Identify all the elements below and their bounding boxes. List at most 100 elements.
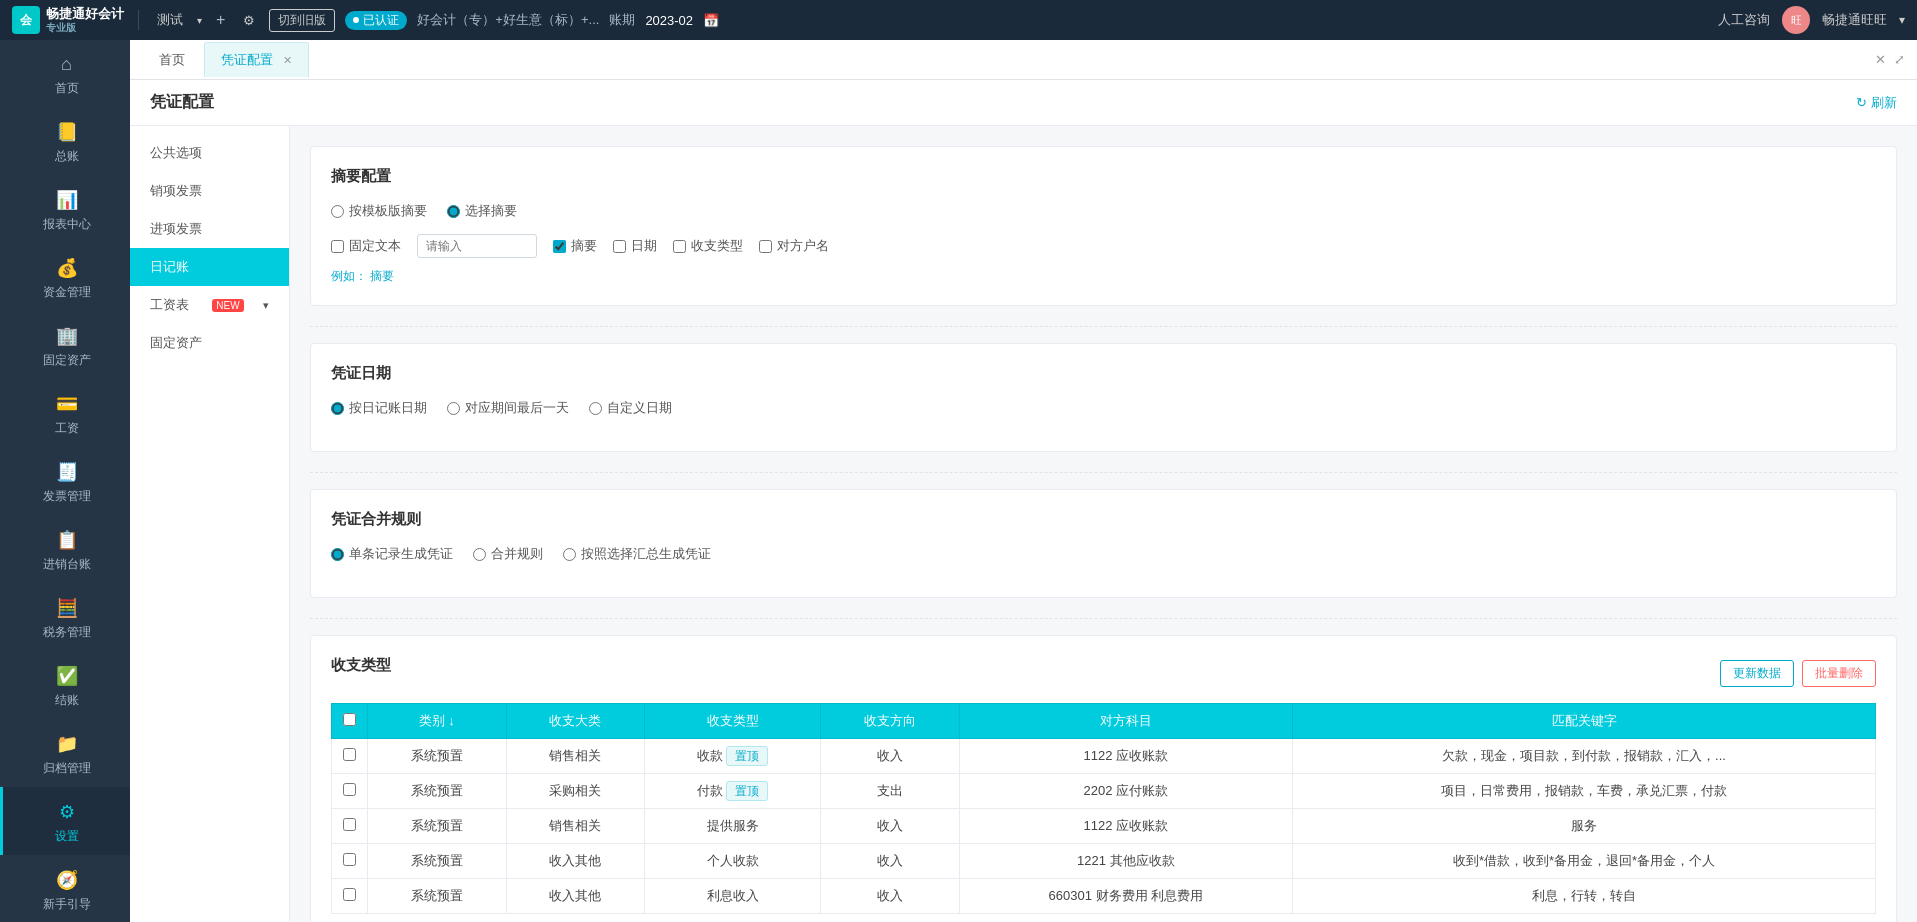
sidebar-item-invoice[interactable]: 🧾 发票管理: [0, 447, 130, 515]
date-radio-custom[interactable]: [589, 402, 602, 415]
merge-option-rule[interactable]: 合并规则: [473, 545, 543, 563]
merge-option-single[interactable]: 单条记录生成凭证: [331, 545, 453, 563]
sidebar-item-reports[interactable]: 📊 报表中心: [0, 175, 130, 243]
row-1-checkbox[interactable]: [343, 748, 356, 761]
fixed-text-checkbox-label[interactable]: 固定文本: [331, 237, 401, 255]
summary-checkbox[interactable]: [553, 240, 566, 253]
settings-icon[interactable]: ⚙: [239, 13, 259, 28]
sidebar-item-salary[interactable]: 💳 工资: [0, 379, 130, 447]
batch-delete-button[interactable]: 批量删除: [1802, 660, 1876, 687]
counterpart-checkbox-label[interactable]: 对方户名: [759, 237, 829, 255]
sidebar-label-invoice: 发票管理: [43, 488, 91, 505]
select-all-checkbox[interactable]: [343, 713, 356, 726]
left-nav-item-sales-invoice[interactable]: 销项发票: [130, 172, 289, 210]
date-radio-journal[interactable]: [331, 402, 344, 415]
row-2-checkbox[interactable]: [343, 783, 356, 796]
col-match-keyword: 匹配关键字: [1293, 704, 1876, 739]
row-5-direction: 收入: [821, 879, 960, 914]
left-nav-item-payroll[interactable]: 工资表 NEW ▾: [130, 286, 289, 324]
left-nav-item-daily-ledger[interactable]: 日记账: [130, 248, 289, 286]
topbar-right: 人工咨询 旺 畅捷通旺旺 ▾: [1718, 6, 1905, 34]
avatar[interactable]: 旺: [1782, 6, 1810, 34]
workspace-name[interactable]: 测试: [153, 11, 187, 29]
date-checkbox[interactable]: [613, 240, 626, 253]
summary-radio-template[interactable]: [331, 205, 344, 218]
update-data-button[interactable]: 更新数据: [1720, 660, 1794, 687]
sidebar-label-reports: 报表中心: [43, 216, 91, 233]
left-nav-item-fixed-assets[interactable]: 固定资产: [130, 324, 289, 362]
sidebar-item-settle[interactable]: ✅ 结账: [0, 651, 130, 719]
user-dropdown-icon[interactable]: ▾: [1899, 13, 1905, 27]
window-maximize-icon[interactable]: ⤢: [1894, 52, 1905, 67]
date-checkbox-label[interactable]: 日期: [613, 237, 657, 255]
sidebar-item-assets[interactable]: 🏢 固定资产: [0, 311, 130, 379]
counterpart-checkbox[interactable]: [759, 240, 772, 253]
summary-radio-select[interactable]: [447, 205, 460, 218]
col-checkbox: [332, 704, 368, 739]
tab-voucher-config-label: 凭证配置: [221, 52, 273, 67]
sidebar-item-settings[interactable]: ⚙ 设置: [0, 787, 130, 855]
date-option-custom[interactable]: 自定义日期: [589, 399, 672, 417]
tab-close-icon[interactable]: ✕: [283, 54, 292, 66]
left-nav-item-purchase-invoice[interactable]: 进项发票: [130, 210, 289, 248]
summary-select-label: 选择摘要: [465, 202, 517, 220]
sidebar-label-tax: 税务管理: [43, 624, 91, 641]
income-expense-title: 收支类型: [331, 656, 391, 675]
fixed-text-input[interactable]: [417, 234, 537, 258]
date-option-journal[interactable]: 按日记账日期: [331, 399, 427, 417]
row-4-checkbox[interactable]: [343, 853, 356, 866]
merge-section: 凭证合并规则 单条记录生成凭证 合并规则: [310, 489, 1897, 598]
merge-option-by-selection[interactable]: 按照选择汇总生成凭证: [563, 545, 711, 563]
summary-checkbox-label[interactable]: 摘要: [553, 237, 597, 255]
tab-home[interactable]: 首页: [142, 42, 202, 77]
summary-section: 摘要配置 按模板版摘要 选择摘要: [310, 146, 1897, 306]
period-label: 账期: [609, 11, 635, 29]
divider-1: [310, 326, 1897, 327]
row-3-checkbox[interactable]: [343, 818, 356, 831]
date-radio-period-last[interactable]: [447, 402, 460, 415]
sidebar-item-home[interactable]: ⌂ 首页: [0, 40, 130, 107]
window-close-icon[interactable]: ✕: [1875, 52, 1886, 67]
row-1-top-tag[interactable]: 置顶: [726, 746, 768, 766]
workspace-dropdown-icon[interactable]: ▾: [197, 15, 202, 26]
sidebar-label-ledger: 总账: [55, 148, 79, 165]
fixed-text-label: 固定文本: [349, 237, 401, 255]
page-title: 凭证配置: [150, 92, 214, 113]
sidebar-item-archive[interactable]: 📁 归档管理: [0, 719, 130, 787]
date-option-period-last[interactable]: 对应期间最后一天: [447, 399, 569, 417]
merge-single-label: 单条记录生成凭证: [349, 545, 453, 563]
sidebar-label-salary: 工资: [55, 420, 79, 437]
help-link[interactable]: 人工咨询: [1718, 11, 1770, 29]
sidebar-item-guide[interactable]: 🧭 新手引导: [0, 855, 130, 922]
left-nav-item-public[interactable]: 公共选项: [130, 134, 289, 172]
sidebar-item-tax[interactable]: 🧮 税务管理: [0, 583, 130, 651]
sidebar-item-ledger[interactable]: 📒 总账: [0, 107, 130, 175]
summary-template-label: 按模板版摘要: [349, 202, 427, 220]
income-expense-section: 收支类型 更新数据 批量删除: [310, 635, 1897, 922]
summary-option-select[interactable]: 选择摘要: [447, 202, 517, 220]
fixed-text-checkbox[interactable]: [331, 240, 344, 253]
inner-layout: 公共选项 销项发票 进项发票 日记账 工资表 NEW ▾: [130, 126, 1917, 922]
row-4-main-type: 收入其他: [506, 844, 645, 879]
sidebar-item-purchase[interactable]: 📋 进销台账: [0, 515, 130, 583]
table-row: 系统预置 销售相关 收款 置顶 收入 1122 应收账款 欠款，现金，项目款，到…: [332, 739, 1876, 774]
switch-version-button[interactable]: 切到旧版: [269, 9, 335, 32]
guide-icon: 🧭: [56, 869, 78, 891]
calendar-icon[interactable]: 📅: [703, 13, 719, 28]
merge-rule-label: 合并规则: [491, 545, 543, 563]
merge-radio-rule[interactable]: [473, 548, 486, 561]
type-checkbox[interactable]: [673, 240, 686, 253]
row-2-top-tag[interactable]: 置顶: [726, 781, 768, 801]
row-5-checkbox[interactable]: [343, 888, 356, 901]
summary-option-template[interactable]: 按模板版摘要: [331, 202, 427, 220]
merge-radio-single[interactable]: [331, 548, 344, 561]
sidebar-item-funds[interactable]: 💰 资金管理: [0, 243, 130, 311]
left-nav-label-daily-ledger: 日记账: [150, 258, 189, 276]
tab-voucher-config[interactable]: 凭证配置 ✕: [204, 42, 309, 77]
add-icon[interactable]: +: [212, 11, 229, 29]
page-header: 凭证配置 ↻ 刷新: [130, 80, 1917, 126]
refresh-button[interactable]: ↻ 刷新: [1856, 94, 1897, 112]
merge-radio-by-selection[interactable]: [563, 548, 576, 561]
type-checkbox-label[interactable]: 收支类型: [673, 237, 743, 255]
logo-icon: 会: [12, 6, 40, 34]
